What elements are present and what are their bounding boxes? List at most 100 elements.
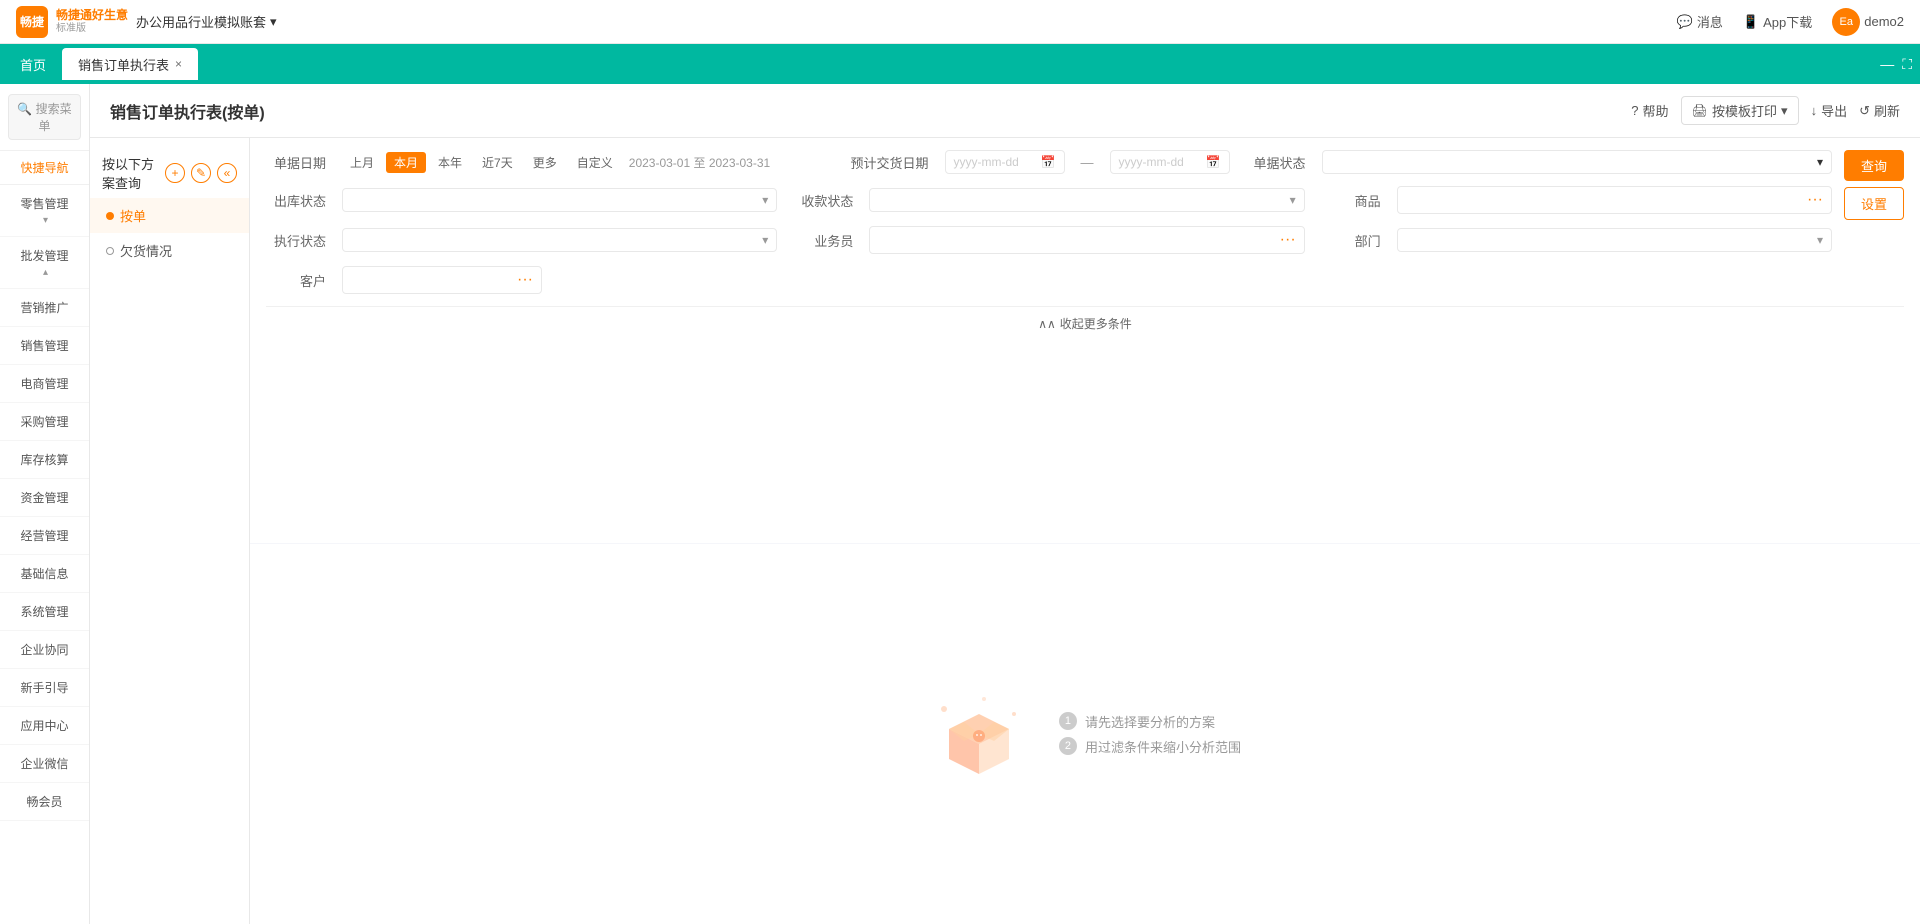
dept-select[interactable]: ▾: [1397, 228, 1832, 252]
refresh-button[interactable]: ↺ 刷新: [1859, 101, 1900, 120]
date-range-text: 2023-03-01 至 2023-03-31: [629, 154, 770, 171]
collect-status-chevron-icon: ▾: [1290, 193, 1296, 207]
maximize-icon[interactable]: ⛶: [1902, 56, 1912, 73]
empty-tips: 1 请先选择要分析的方案 2 用过滤条件来缩小分析范围: [1059, 712, 1241, 756]
add-icon: +: [171, 166, 178, 180]
date-to-placeholder: yyyy-mm-dd: [1119, 155, 1184, 169]
sidebar-item-guide-label: 新手引导: [20, 679, 68, 696]
export-button[interactable]: ↓ 导出: [1811, 101, 1848, 120]
scheme-edit-button[interactable]: ✎: [191, 163, 211, 183]
search-menu-button[interactable]: 🔍 搜索菜单: [8, 94, 81, 140]
goods-label: 商品: [1321, 191, 1381, 210]
app-name: 畅捷通好生意: [56, 8, 128, 22]
print-label: 按模板打印: [1712, 101, 1777, 120]
date-filter: 上月 本月 本年 近7天 更多 自定义 2023-03-01 至 2023-03…: [342, 152, 834, 173]
message-button[interactable]: 💬 消息: [1677, 12, 1723, 31]
salesperson-select[interactable]: ···: [869, 226, 1304, 254]
customer-select[interactable]: ···: [342, 266, 542, 294]
customer-filter-row: 客户 ···: [266, 266, 1832, 294]
scheme-item-by-order-label: 按单: [120, 206, 146, 225]
chevron-up-icon: ▴: [43, 267, 48, 278]
sidebar-item-member[interactable]: 畅会员: [0, 783, 89, 821]
collapse-label: 收起更多条件: [1060, 315, 1132, 332]
app-selector[interactable]: 办公用品行业模拟账套 ▾: [136, 12, 277, 31]
quick-nav-label: 快捷导航: [20, 161, 68, 175]
collect-status-label: 收款状态: [793, 191, 853, 210]
sidebar-item-wholesale[interactable]: 批发管理 ▴: [0, 237, 89, 289]
page-header-actions: ? 帮助 🖨 按模板打印 ▾ ↓ 导出 ↺ 刷新: [1631, 96, 1900, 125]
query-buttons: 查询 设置: [1844, 150, 1904, 220]
date-from-input[interactable]: yyyy-mm-dd 📅: [945, 150, 1065, 174]
setting-button[interactable]: 设置: [1844, 187, 1904, 220]
query-button[interactable]: 查询: [1844, 150, 1904, 181]
scheme-item-by-order[interactable]: 按单: [90, 198, 249, 233]
print-button[interactable]: 🖨 按模板打印 ▾: [1681, 96, 1799, 125]
collect-status-select[interactable]: ▾: [869, 188, 1304, 212]
filter-results-area: 单据日期 上月 本月 本年 近7天 更多 自定义: [250, 138, 1920, 924]
date-tab-last-month[interactable]: 上月: [342, 152, 382, 173]
page-title: 销售订单执行表(按单): [110, 99, 265, 123]
sidebar-item-sales[interactable]: 销售管理: [0, 327, 89, 365]
scheme-panel-header: 按以下方案查询 + ✎ «: [90, 148, 249, 198]
date-tab-this-month[interactable]: 本月: [386, 152, 426, 173]
salesperson-dots-icon: ···: [1280, 231, 1296, 249]
quick-nav-button[interactable]: 快捷导航: [0, 151, 89, 185]
sidebar-item-ecommerce[interactable]: 电商管理: [0, 365, 89, 403]
date-tab-last-7[interactable]: 近7天: [474, 152, 521, 173]
tip-2-text: 用过滤条件来缩小分析范围: [1085, 737, 1241, 756]
user-menu[interactable]: Ea demo2: [1832, 8, 1904, 36]
sidebar-item-retail[interactable]: 零售管理 ▾: [0, 185, 89, 237]
empty-box-illustration: [929, 684, 1029, 784]
sidebar-item-system[interactable]: 系统管理: [0, 593, 89, 631]
filter-fields: 单据日期 上月 本月 本年 近7天 更多 自定义: [266, 150, 1832, 306]
scheme-active-dot: [106, 212, 114, 220]
help-label: 帮助: [1642, 101, 1668, 120]
date-tab-this-year[interactable]: 本年: [430, 152, 470, 173]
sidebar-item-purchase[interactable]: 采购管理: [0, 403, 89, 441]
scheme-add-button[interactable]: +: [165, 163, 185, 183]
collapse-bar[interactable]: ∧∧ 收起更多条件: [266, 306, 1904, 340]
sidebar-item-guide[interactable]: 新手引导: [0, 669, 89, 707]
date-tab-custom[interactable]: 自定义: [569, 152, 621, 173]
avatar: Ea: [1832, 8, 1860, 36]
tab-home[interactable]: 首页: [8, 48, 58, 80]
minimize-icon[interactable]: —: [1880, 56, 1894, 72]
sidebar-item-inventory-label: 库存核算: [20, 451, 68, 468]
sidebar-item-finance[interactable]: 资金管理: [0, 479, 89, 517]
app-download-button[interactable]: 📱 App下载: [1743, 12, 1812, 31]
refresh-icon: ↺: [1859, 103, 1870, 119]
date-to-input[interactable]: yyyy-mm-dd 📅: [1110, 150, 1230, 174]
sidebar-item-finance-label: 资金管理: [20, 489, 68, 506]
out-status-select[interactable]: ▾: [342, 188, 777, 212]
scheme-collapse-button[interactable]: «: [217, 163, 237, 183]
dept-chevron-icon: ▾: [1817, 233, 1823, 247]
search-menu-label: 搜索菜单: [36, 102, 72, 133]
sidebar-item-wechat[interactable]: 企业微信: [0, 745, 89, 783]
tab-sales-exec[interactable]: 销售订单执行表 ×: [62, 48, 198, 80]
sidebar-item-enterprise[interactable]: 企业协同: [0, 631, 89, 669]
help-button[interactable]: ? 帮助: [1631, 101, 1668, 120]
bill-status-label: 单据状态: [1246, 153, 1306, 172]
sidebar-item-ecommerce-label: 电商管理: [20, 375, 68, 392]
print-icon: 🖨: [1692, 103, 1709, 119]
sidebar-item-basic-info[interactable]: 基础信息: [0, 555, 89, 593]
scheme-item-shortage[interactable]: 欠货情况: [90, 233, 249, 268]
tab-close-icon[interactable]: ×: [175, 57, 182, 71]
sidebar-item-inventory[interactable]: 库存核算: [0, 441, 89, 479]
sidebar-item-operations-label: 经营管理: [20, 527, 68, 544]
sidebar-item-marketing[interactable]: 营销推广: [0, 289, 89, 327]
tip-1-text: 请先选择要分析的方案: [1085, 712, 1215, 731]
sidebar-item-app-center[interactable]: 应用中心: [0, 707, 89, 745]
header-right: 💬 消息 📱 App下载 Ea demo2: [1677, 8, 1904, 36]
exec-status-select[interactable]: ▾: [342, 228, 777, 252]
date-tab-more[interactable]: 更多: [525, 152, 565, 173]
goods-select[interactable]: ···: [1397, 186, 1832, 214]
sidebar-item-operations[interactable]: 经营管理: [0, 517, 89, 555]
bill-status-select[interactable]: ▾: [1322, 150, 1832, 174]
app-subtitle: 标准版: [56, 23, 128, 35]
refresh-label: 刷新: [1874, 101, 1900, 120]
sidebar-item-retail-label: 零售管理: [20, 195, 68, 212]
exec-status-label: 执行状态: [266, 231, 326, 250]
goods-dots-icon: ···: [1807, 191, 1823, 209]
customer-label: 客户: [266, 271, 326, 290]
